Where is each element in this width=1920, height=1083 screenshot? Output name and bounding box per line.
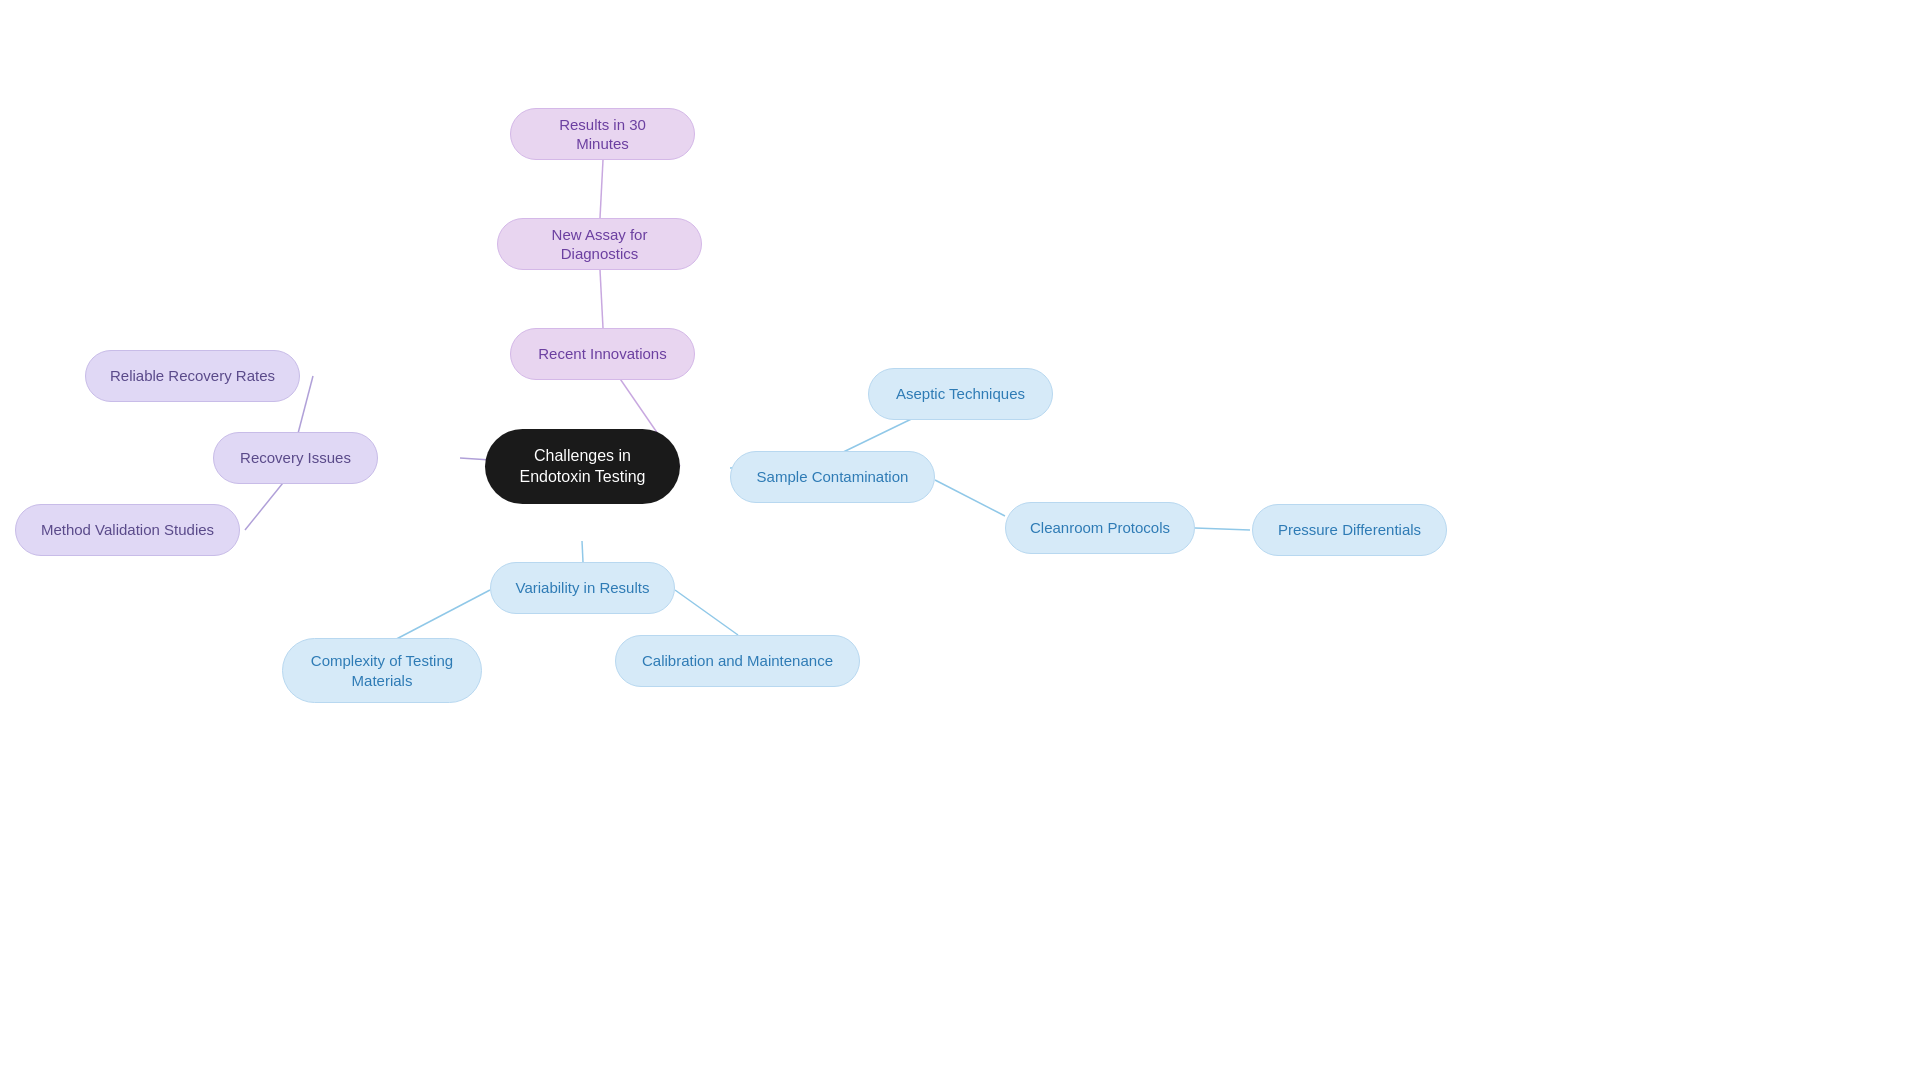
svg-line-12: [1195, 528, 1250, 530]
svg-line-11: [935, 480, 1005, 516]
svg-line-2: [600, 160, 603, 218]
svg-line-1: [600, 270, 603, 328]
complexity-testing-node[interactable]: Complexity of Testing Materials: [282, 638, 482, 703]
reliable-recovery-node[interactable]: Reliable Recovery Rates: [85, 350, 300, 402]
svg-line-7: [385, 590, 490, 645]
aseptic-techniques-node[interactable]: Aseptic Techniques: [868, 368, 1053, 420]
variability-results-node[interactable]: Variability in Results: [490, 562, 675, 614]
svg-line-8: [675, 590, 738, 635]
new-assay-node[interactable]: New Assay for Diagnostics: [497, 218, 702, 270]
calibration-maintenance-node[interactable]: Calibration and Maintenance: [615, 635, 860, 687]
recent-innovations-node[interactable]: Recent Innovations: [510, 328, 695, 380]
center-node[interactable]: Challenges in Endotoxin Testing: [485, 429, 680, 504]
cleanroom-protocols-node[interactable]: Cleanroom Protocols: [1005, 502, 1195, 554]
results-30-node[interactable]: Results in 30 Minutes: [510, 108, 695, 160]
connections-svg: [0, 0, 1920, 1083]
recovery-issues-node[interactable]: Recovery Issues: [213, 432, 378, 484]
pressure-differentials-node[interactable]: Pressure Differentials: [1252, 504, 1447, 556]
method-validation-node[interactable]: Method Validation Studies: [15, 504, 240, 556]
svg-line-6: [582, 541, 583, 562]
sample-contamination-node[interactable]: Sample Contamination: [730, 451, 935, 503]
